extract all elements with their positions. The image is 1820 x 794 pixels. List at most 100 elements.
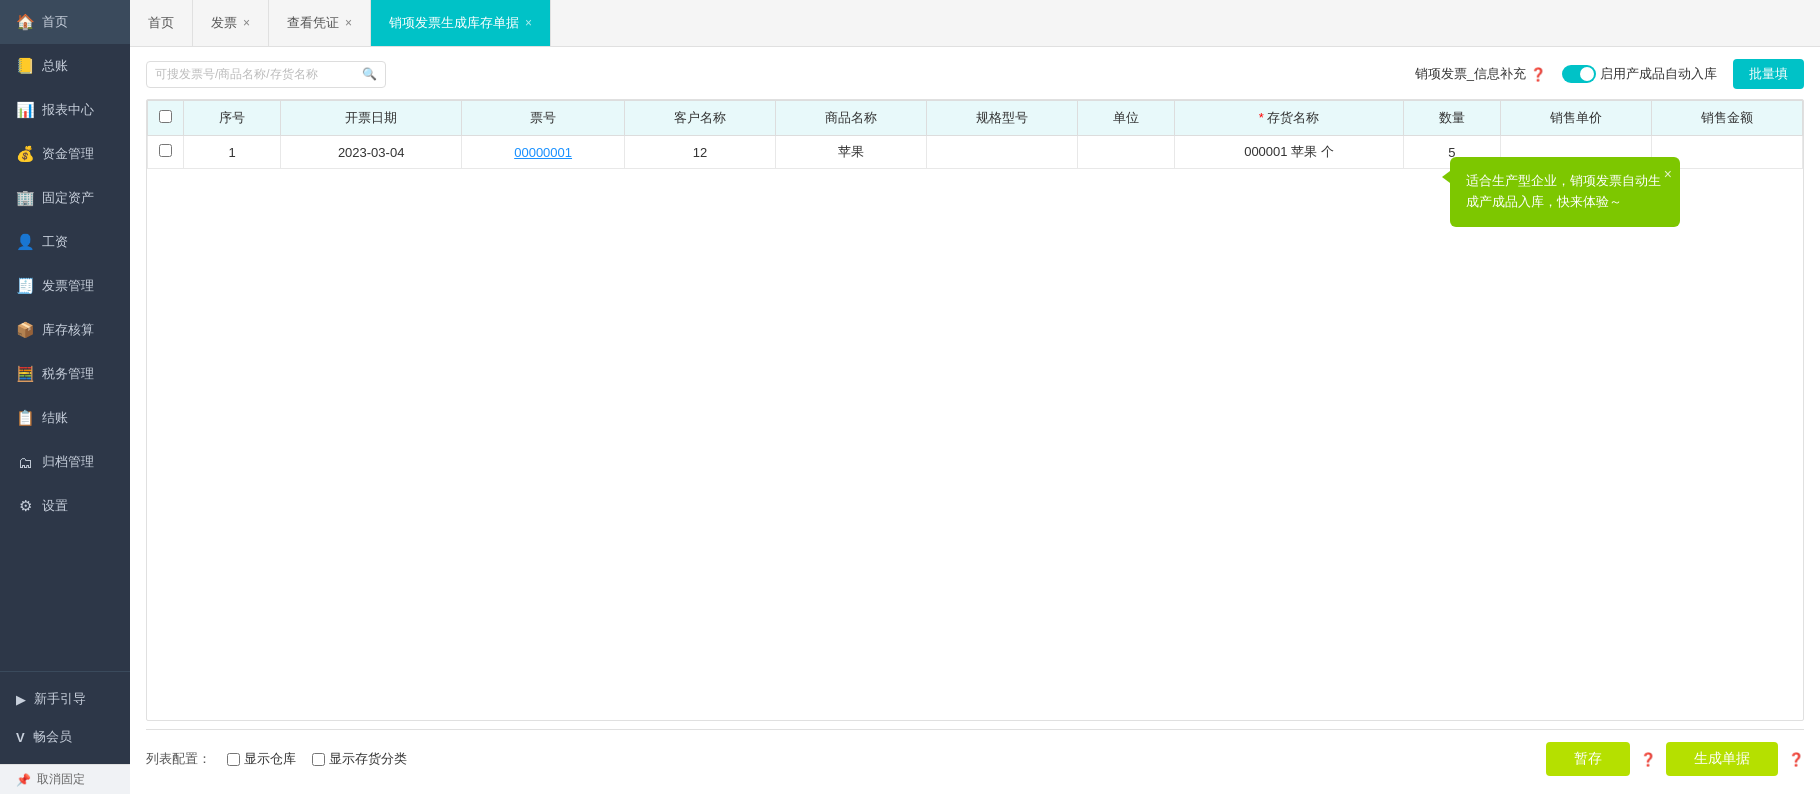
sidebar-item-label: 总账: [42, 57, 68, 75]
col-unit: 单位: [1077, 101, 1174, 136]
tab-voucher[interactable]: 查看凭证 ×: [269, 0, 371, 46]
footer-list-config-label: 列表配置：: [146, 750, 211, 768]
row-inventory: 000001 苹果 个: [1175, 136, 1404, 169]
reports-icon: 📊: [16, 101, 34, 119]
sidebar-item-label: 税务管理: [42, 365, 94, 383]
sidebar-item-label: 固定资产: [42, 189, 94, 207]
col-date: 开票日期: [281, 101, 462, 136]
archive-icon: 🗂: [16, 454, 34, 471]
row-checkbox[interactable]: [159, 144, 172, 157]
sidebar-item-guide[interactable]: ▶ 新手引导: [0, 680, 130, 718]
assets-icon: 🏢: [16, 189, 34, 207]
sidebar-item-archive[interactable]: 🗂 归档管理: [0, 440, 130, 484]
tooltip-text: 适合生产型企业，销项发票自动生成产成品入库，快来体验～: [1466, 173, 1661, 209]
show-inventory-category-checkbox[interactable]: [312, 753, 325, 766]
col-spec: 规格型号: [927, 101, 1078, 136]
save-button[interactable]: 暂存: [1546, 742, 1630, 776]
row-spec: [927, 136, 1078, 169]
sidebar-item-label: 库存核算: [42, 321, 94, 339]
sidebar-item-ledger[interactable]: 📒 总账: [0, 44, 130, 88]
tab-invoice[interactable]: 发票 ×: [193, 0, 269, 46]
sidebar: 🏠 首页 📒 总账 📊 报表中心 💰 资金管理 🏢 固定资产 👤 工资 🧾 发票…: [0, 0, 130, 794]
sidebar-item-funds[interactable]: 💰 资金管理: [0, 132, 130, 176]
save-help-icon[interactable]: ❓: [1640, 752, 1656, 767]
sidebar-item-payroll[interactable]: 👤 工资: [0, 220, 130, 264]
ledger-icon: 📒: [16, 57, 34, 75]
show-warehouse-label: 显示仓库: [244, 750, 296, 768]
settings-icon: ⚙: [16, 497, 34, 515]
row-product: 苹果: [776, 136, 927, 169]
sidebar-item-label: 首页: [42, 13, 68, 31]
sidebar-item-reports[interactable]: 📊 报表中心: [0, 88, 130, 132]
sidebar-item-assets[interactable]: 🏢 固定资产: [0, 176, 130, 220]
payroll-icon: 👤: [16, 233, 34, 251]
table-header-row: 序号 开票日期 票号 客户名称 商品名称 规格型号 单位 存货名称 数量 销售单…: [148, 101, 1803, 136]
toolbar-row: 可搜发票号/商品名称/存货名称 🔍 销项发票_信息补充 ❓ 启用产成品自动入库 …: [146, 59, 1804, 89]
tab-cancel-invoice-label: 销项发票生成库存单据: [389, 14, 519, 32]
pin-icon: 📌: [16, 773, 31, 787]
info-label-text: 销项发票_信息补充: [1415, 65, 1526, 83]
info-label-area: 销项发票_信息补充 ❓ 启用产成品自动入库 批量填: [1415, 59, 1804, 89]
guide-icon: ▶: [16, 692, 26, 707]
sidebar-item-settings[interactable]: ⚙ 设置: [0, 484, 130, 528]
generate-button[interactable]: 生成单据: [1666, 742, 1778, 776]
sidebar-bottom-label: 新手引导: [34, 690, 86, 708]
sidebar-item-label: 发票管理: [42, 277, 94, 295]
info-question-icon[interactable]: ❓: [1530, 67, 1546, 82]
sidebar-item-label: 工资: [42, 233, 68, 251]
tab-cancel-invoice[interactable]: 销项发票生成库存单据 ×: [371, 0, 551, 46]
row-customer: 12: [625, 136, 776, 169]
main-content: 首页 发票 × 查看凭证 × 销项发票生成库存单据 × 可搜发票号/商品名称/存…: [130, 0, 1820, 794]
show-warehouse-checkbox-label[interactable]: 显示仓库: [227, 750, 296, 768]
show-warehouse-checkbox[interactable]: [227, 753, 240, 766]
sidebar-item-settlement[interactable]: 📋 结账: [0, 396, 130, 440]
footer-buttons: 暂存 ❓ 生成单据 ❓: [1546, 742, 1804, 776]
col-inventory: 存货名称: [1175, 101, 1404, 136]
settlement-icon: 📋: [16, 409, 34, 427]
col-seq: 序号: [184, 101, 281, 136]
pin-label: 取消固定: [37, 771, 85, 788]
tooltip-close-button[interactable]: ×: [1664, 163, 1672, 185]
sidebar-item-inventory[interactable]: 📦 库存核算: [0, 308, 130, 352]
row-checkbox-cell[interactable]: [148, 136, 184, 169]
col-number: 票号: [462, 101, 625, 136]
tab-home[interactable]: 首页: [130, 0, 193, 46]
generate-help-icon[interactable]: ❓: [1788, 752, 1804, 767]
search-box[interactable]: 可搜发票号/商品名称/存货名称 🔍: [146, 61, 386, 88]
footer-row: 列表配置： 显示仓库 显示存货分类 暂存 ❓ 生成单据 ❓: [146, 729, 1804, 782]
col-qty: 数量: [1403, 101, 1500, 136]
batch-fill-button[interactable]: 批量填: [1733, 59, 1804, 89]
search-placeholder: 可搜发票号/商品名称/存货名称: [155, 66, 318, 83]
show-inventory-category-checkbox-label[interactable]: 显示存货分类: [312, 750, 407, 768]
sidebar-bottom-label: 畅会员: [33, 728, 72, 746]
vip-icon: V: [16, 730, 25, 745]
sidebar-item-label: 归档管理: [42, 453, 94, 471]
tab-cancel-invoice-close[interactable]: ×: [525, 16, 532, 30]
tab-voucher-close[interactable]: ×: [345, 16, 352, 30]
auto-warehouse-toggle[interactable]: [1562, 65, 1596, 83]
sidebar-item-label: 报表中心: [42, 101, 94, 119]
tab-invoice-close[interactable]: ×: [243, 16, 250, 30]
invoice-mgmt-icon: 🧾: [16, 277, 34, 295]
pin-row[interactable]: 📌 取消固定: [0, 764, 130, 794]
sidebar-item-label: 资金管理: [42, 145, 94, 163]
col-unit-price: 销售单价: [1501, 101, 1652, 136]
home-icon: 🏠: [16, 13, 34, 31]
sidebar-item-tax[interactable]: 🧮 税务管理: [0, 352, 130, 396]
select-all-checkbox[interactable]: [159, 110, 172, 123]
inventory-icon: 📦: [16, 321, 34, 339]
tab-bar: 首页 发票 × 查看凭证 × 销项发票生成库存单据 ×: [130, 0, 1820, 47]
col-checkbox: [148, 101, 184, 136]
tab-home-label: 首页: [148, 14, 174, 32]
sidebar-item-invoice-mgmt[interactable]: 🧾 发票管理: [0, 264, 130, 308]
row-number[interactable]: 00000001: [462, 136, 625, 169]
sidebar-bottom: ▶ 新手引导 V 畅会员: [0, 671, 130, 764]
search-icon[interactable]: 🔍: [362, 67, 377, 81]
sidebar-item-home[interactable]: 🏠 首页: [0, 0, 130, 44]
sidebar-item-label: 结账: [42, 409, 68, 427]
tax-icon: 🧮: [16, 365, 34, 383]
row-unit: [1077, 136, 1174, 169]
tab-voucher-label: 查看凭证: [287, 14, 339, 32]
col-customer: 客户名称: [625, 101, 776, 136]
sidebar-item-vip[interactable]: V 畅会员: [0, 718, 130, 756]
